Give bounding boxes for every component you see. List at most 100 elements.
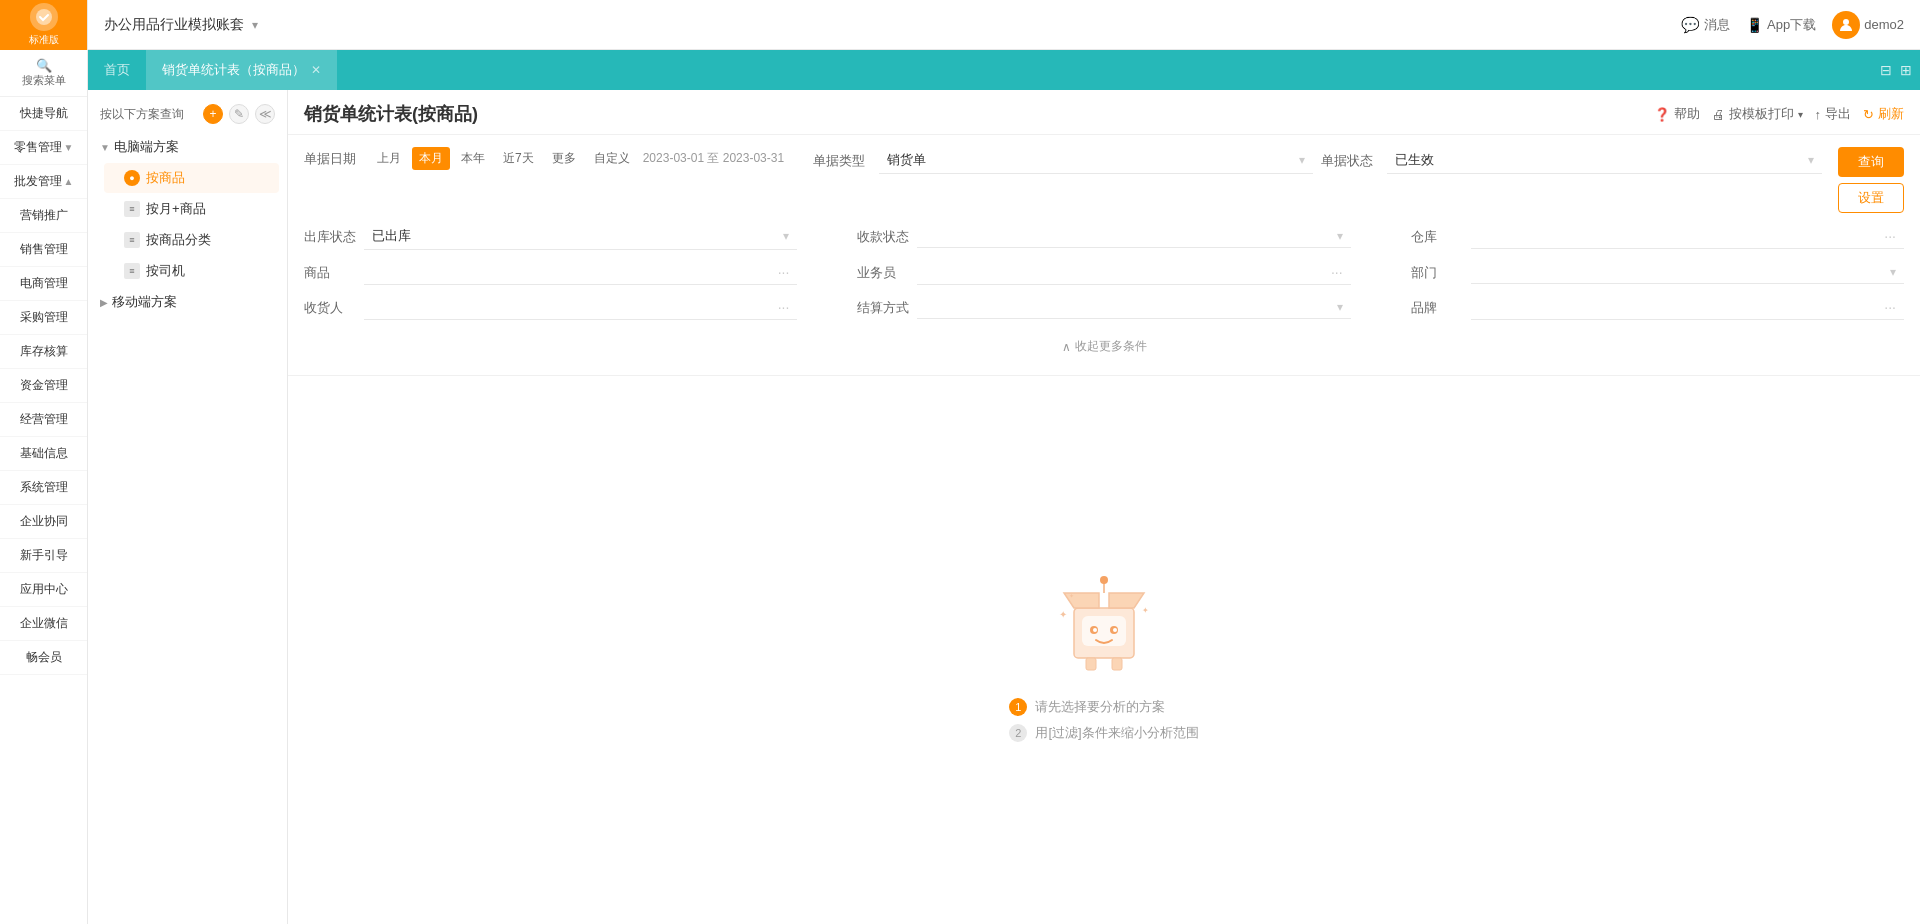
print-btn[interactable]: 🖨 按模板打印 ▾ — [1712, 105, 1803, 123]
warehouse-value[interactable]: 已出库 ▾ — [364, 223, 797, 250]
brand-label: 品牌 — [1411, 299, 1471, 317]
sidebar-item-newbie[interactable]: 新手引导 — [0, 539, 87, 573]
export-btn[interactable]: ↑ 导出 — [1815, 105, 1852, 123]
settlement-value[interactable]: ▾ — [917, 296, 1350, 319]
date-btn-custom[interactable]: 自定义 — [587, 147, 637, 170]
date-btn-more[interactable]: 更多 — [545, 147, 583, 170]
sq-icon-3: ≡ — [124, 263, 140, 279]
collapse-label: 收起更多条件 — [1075, 338, 1147, 355]
storage-value[interactable]: ··· — [1471, 224, 1904, 249]
refresh-btn[interactable]: ↻ 刷新 — [1863, 105, 1904, 123]
payment-dropdown-icon[interactable]: ▾ — [1337, 229, 1343, 243]
payment-label: 收款状态 — [857, 228, 917, 246]
sidebar-item-retail[interactable]: 零售管理 ▼ — [0, 131, 87, 165]
sidebar-item-finance[interactable]: 资金管理 — [0, 369, 87, 403]
storage-more-icon[interactable]: ··· — [1884, 228, 1896, 244]
bill-status-dropdown-icon[interactable]: ▾ — [1808, 153, 1814, 167]
dropdown-arrow-icon[interactable]: ▾ — [252, 18, 258, 32]
date-btn-thisyear[interactable]: 本年 — [454, 147, 492, 170]
sidebar-item-appcenter[interactable]: 应用中心 — [0, 573, 87, 607]
inventory-label: 库存核算 — [4, 343, 83, 360]
receiver-value[interactable]: ··· — [364, 295, 797, 320]
brand-value[interactable]: ··· — [1471, 295, 1904, 320]
page-title: 销货单统计表(按商品) — [304, 102, 478, 126]
left-panel: 按以下方案查询 + ✎ ≪ ▼ 电脑端方案 ● 按商品 — [88, 90, 288, 924]
page-title-bar: 销货单统计表(按商品) ❓ 帮助 🖨 按模板打印 ▾ ↑ — [288, 90, 1920, 135]
tree-section: ▼ 电脑端方案 ● 按商品 ≡ 按月+商品 ≡ — [88, 128, 287, 321]
department-dropdown-icon[interactable]: ▾ — [1890, 265, 1896, 279]
filter-row-4: 收货人 ··· 结算方式 ▾ — [304, 295, 1904, 320]
user-profile[interactable]: demo2 — [1832, 11, 1904, 39]
date-btn-7days[interactable]: 近7天 — [496, 147, 541, 170]
app-download-btn[interactable]: 📱 App下载 — [1746, 16, 1816, 34]
filter-header: 按以下方案查询 + ✎ ≪ — [88, 100, 287, 128]
tree-child-by-goods[interactable]: ● 按商品 — [104, 163, 279, 193]
tree-child-by-driver[interactable]: ≡ 按司机 — [104, 256, 279, 286]
payment-field: 收款状态 ▾ — [857, 225, 1350, 248]
edit-scheme-btn[interactable]: ✎ — [229, 104, 249, 124]
receiver-more-icon[interactable]: ··· — [778, 299, 790, 315]
svg-rect-3 — [1082, 616, 1126, 646]
payment-value[interactable]: ▾ — [917, 225, 1350, 248]
bill-type-value[interactable]: 销货单 ▾ — [879, 147, 1314, 174]
settings-button[interactable]: 设置 — [1838, 183, 1904, 213]
bill-type-dropdown-icon[interactable]: ▾ — [1299, 153, 1305, 167]
date-filter-field: 单据日期 上月 本月 本年 近7天 更多 自定义 2023-03-01 至 20… — [304, 147, 805, 170]
logo-icon — [30, 3, 58, 31]
brand-more-icon[interactable]: ··· — [1884, 299, 1896, 315]
tree-parent-pc[interactable]: ▼ 电脑端方案 — [88, 132, 287, 162]
date-btn-thismonth[interactable]: 本月 — [412, 147, 450, 170]
tab-minimize-icon[interactable]: ⊟ — [1880, 62, 1892, 78]
sidebar-item-wholesale[interactable]: 批发管理 ▲ — [0, 165, 87, 199]
add-scheme-btn[interactable]: + — [203, 104, 223, 124]
active-dot-icon: ● — [124, 170, 140, 186]
empty-tip-2: 2 用[过滤]条件来缩小分析范围 — [1009, 724, 1198, 742]
warehouse-dropdown-icon[interactable]: ▾ — [783, 229, 789, 243]
sidebar-item-basic[interactable]: 基础信息 — [0, 437, 87, 471]
warehouse-text: 已出库 — [372, 227, 779, 245]
tab-maximize-icon[interactable]: ⊞ — [1900, 62, 1912, 78]
help-btn[interactable]: ❓ 帮助 — [1654, 105, 1700, 123]
sidebar-item-inventory[interactable]: 库存核算 — [0, 335, 87, 369]
settlement-dropdown-icon[interactable]: ▾ — [1337, 300, 1343, 314]
department-value[interactable]: ▾ — [1471, 261, 1904, 284]
sidebar-item-system[interactable]: 系统管理 — [0, 471, 87, 505]
sidebar-item-sales[interactable]: 销售管理 — [0, 233, 87, 267]
search-menu[interactable]: 🔍 搜索菜单 — [0, 50, 87, 97]
sidebar-item-purchase[interactable]: 采购管理 — [0, 301, 87, 335]
bill-status-value[interactable]: 已生效 ▾ — [1387, 147, 1822, 174]
tab-spacer — [337, 50, 1872, 90]
salesperson-more-icon[interactable]: ··· — [1331, 264, 1343, 280]
refresh-icon: ↻ — [1863, 107, 1874, 122]
messages-btn[interactable]: 💬 消息 — [1681, 16, 1730, 34]
app-download-label: App下载 — [1767, 16, 1816, 34]
sidebar-item-quicknav[interactable]: 快捷导航 — [0, 97, 87, 131]
date-btn-lastmonth[interactable]: 上月 — [370, 147, 408, 170]
sidebar-item-enterprise[interactable]: 企业协同 — [0, 505, 87, 539]
collapse-panel-btn[interactable]: ≪ — [255, 104, 275, 124]
sq-icon-2: ≡ — [124, 232, 140, 248]
query-button[interactable]: 查询 — [1838, 147, 1904, 177]
svg-point-0 — [36, 9, 52, 25]
tab-close-icon[interactable]: ✕ — [311, 63, 321, 77]
sidebar-item-marketing[interactable]: 营销推广 — [0, 199, 87, 233]
app-logo[interactable]: 标准版 — [0, 0, 87, 50]
purchase-label: 采购管理 — [4, 309, 83, 326]
tree-parent-mobile[interactable]: ▶ 移动端方案 — [88, 287, 287, 317]
sidebar-item-operations[interactable]: 经营管理 — [0, 403, 87, 437]
sidebar-item-corpwechat[interactable]: 企业微信 — [0, 607, 87, 641]
tree-child-by-month-goods[interactable]: ≡ 按月+商品 — [104, 194, 279, 224]
tree-child-by-category[interactable]: ≡ 按商品分类 — [104, 225, 279, 255]
goods-value[interactable]: ··· — [364, 260, 797, 285]
sidebar-item-member[interactable]: 畅会员 — [0, 641, 87, 675]
settlement-field: 结算方式 ▾ — [857, 296, 1350, 319]
filter-area: 单据日期 上月 本月 本年 近7天 更多 自定义 2023-03-01 至 20… — [288, 135, 1920, 376]
salesperson-value[interactable]: ··· — [917, 260, 1350, 285]
tab-home[interactable]: 首页 — [88, 50, 146, 90]
date-shortcuts: 上月 本月 本年 近7天 更多 自定义 — [370, 147, 637, 170]
collapse-row[interactable]: ∧ 收起更多条件 — [304, 330, 1904, 363]
goods-more-icon[interactable]: ··· — [778, 264, 790, 280]
tab-active[interactable]: 销货单统计表（按商品） ✕ — [146, 50, 337, 90]
sidebar-item-ecommerce[interactable]: 电商管理 — [0, 267, 87, 301]
svg-point-7 — [1113, 628, 1117, 632]
